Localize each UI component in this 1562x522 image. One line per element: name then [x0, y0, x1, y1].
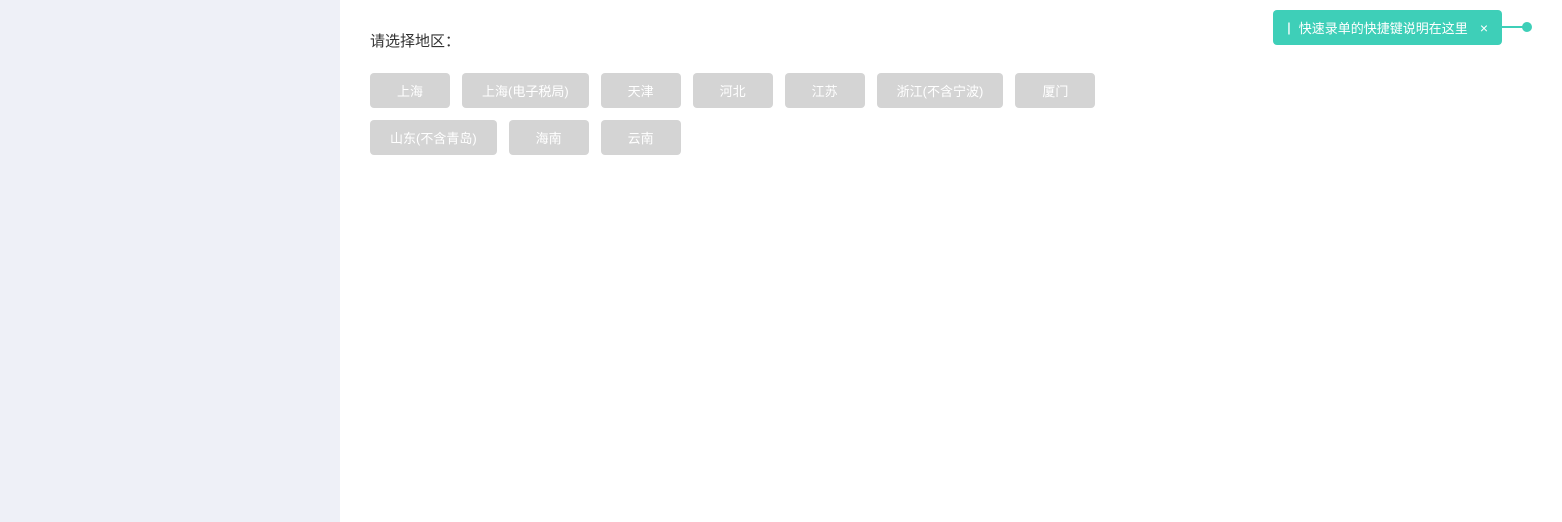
region-button[interactable]: 河北 [693, 73, 773, 108]
tooltip-dot [1522, 22, 1532, 32]
tooltip-bubble: 快速录单的快捷键说明在这里 × [1273, 10, 1502, 45]
region-button[interactable]: 上海 [370, 73, 450, 108]
region-button[interactable]: 天津 [601, 73, 681, 108]
region-button[interactable]: 上海(电子税局) [462, 73, 589, 108]
tooltip-close-button[interactable]: × [1480, 20, 1488, 36]
sidebar [0, 0, 340, 522]
region-button[interactable]: 云南 [601, 120, 681, 155]
region-button[interactable]: 厦门 [1015, 73, 1095, 108]
tooltip-text: 快速录单的快捷键说明在这里 [1299, 18, 1468, 37]
region-buttons-row-2: 山东(不含青岛) 海南云南 [370, 120, 1532, 155]
region-buttons-row-1: 上海上海(电子税局) 天津河北江苏浙江(不含宁波) 厦门 [370, 73, 1532, 108]
region-button[interactable]: 江苏 [785, 73, 865, 108]
tooltip-line [1501, 26, 1523, 28]
main-content: 请选择地区： 上海上海(电子税局)天津河北江苏浙江(不含宁波)厦门 山东(不含青… [340, 0, 1562, 522]
region-button[interactable]: 浙江(不含宁波) [877, 73, 1004, 108]
region-button[interactable]: 山东(不含青岛) [370, 120, 497, 155]
region-button[interactable]: 海南 [509, 120, 589, 155]
